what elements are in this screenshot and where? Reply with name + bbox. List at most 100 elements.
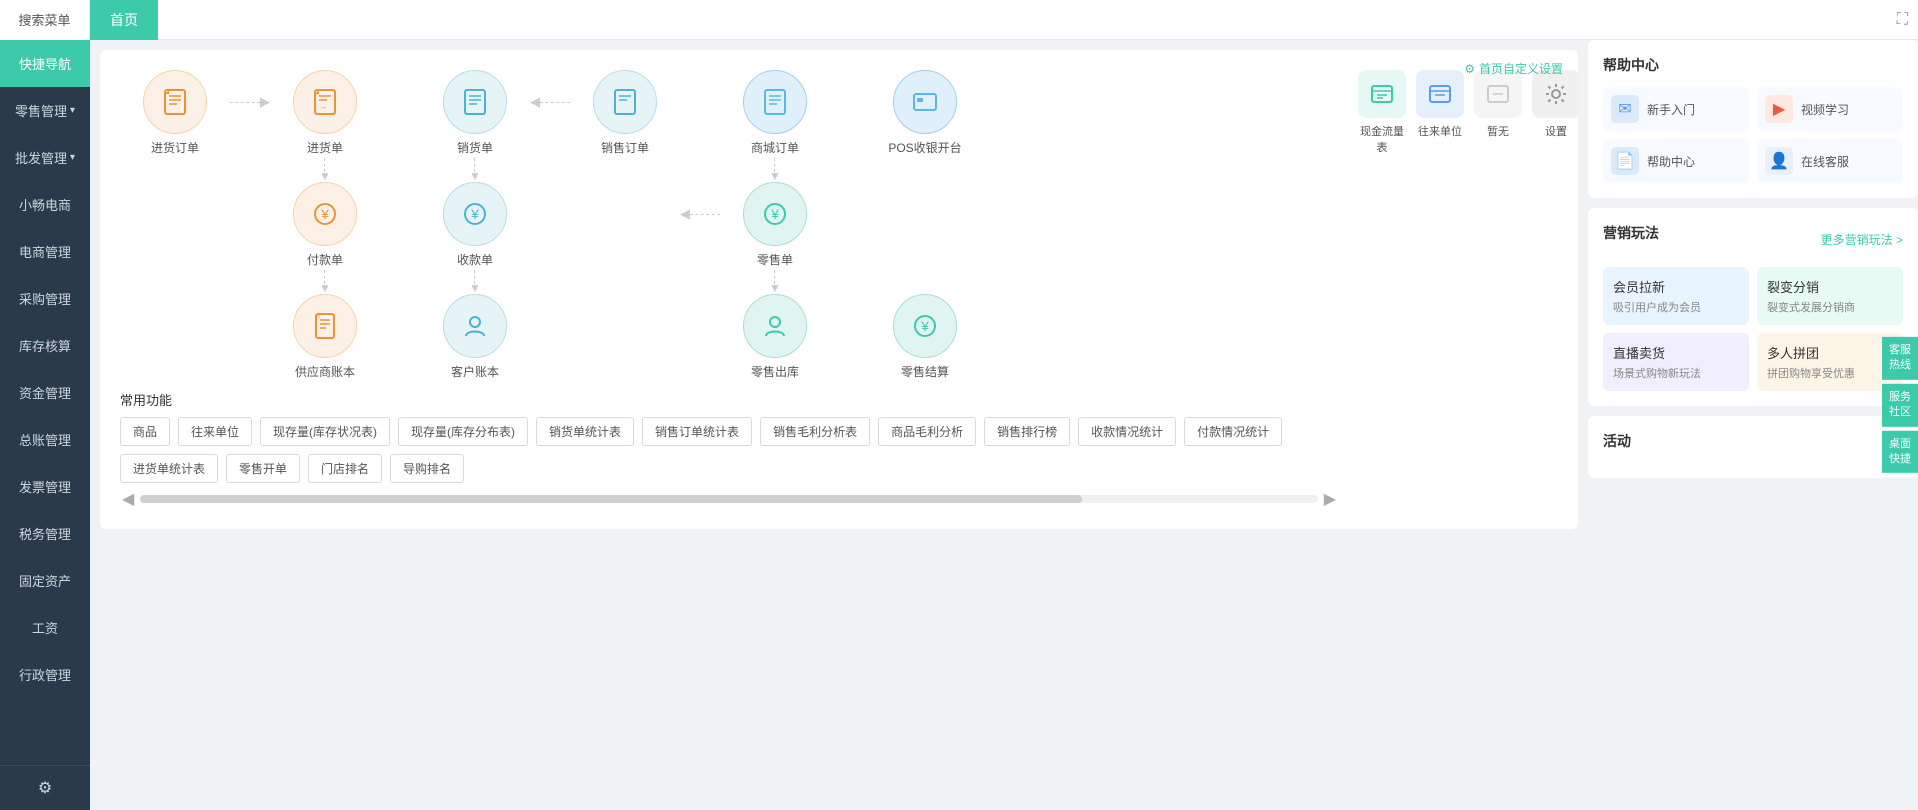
node-purchase-bill[interactable]: → 进货单 — [270, 70, 380, 156]
contacts-icon-box — [1416, 70, 1464, 118]
sidebar-item-finance[interactable]: 资金管理 — [0, 369, 90, 416]
help-item-helpcenter[interactable]: 📄 帮助中心 — [1603, 139, 1749, 183]
sidebar-item-retail[interactable]: 零售管理 ▾ — [0, 87, 90, 134]
node-receipt[interactable]: ¥ 收款单 — [420, 182, 530, 268]
func-btn-sales-profit[interactable]: 销售毛利分析表 — [760, 417, 870, 446]
sidebar-item-ledger[interactable]: 总账管理 — [0, 416, 90, 463]
v-arrow-purchase: ▼ — [270, 158, 380, 182]
more-marketing-link[interactable]: 更多营销玩法 > — [1821, 231, 1903, 248]
sidebar-inventory-label: 库存核算 — [19, 336, 71, 355]
none-label: 暂无 — [1487, 123, 1509, 139]
vert-arrows-row2: ▼ ▼ — [120, 270, 1338, 294]
node-retail-settlement[interactable]: ¥ 零售结算 — [870, 294, 980, 380]
fullscreen-btn[interactable]: ⛶ — [1897, 11, 1908, 29]
help-item-support[interactable]: 👤 在线客服 — [1757, 139, 1903, 183]
node-retail-bill[interactable]: ¥ 零售单 — [720, 182, 830, 268]
search-menu-btn[interactable]: 搜索菜单 — [0, 0, 90, 40]
func-btn-goods[interactable]: 商品 — [120, 417, 170, 446]
func-btn-sales-rank[interactable]: 销售排行榜 — [984, 417, 1070, 446]
sidebar-item-wholesale[interactable]: 批发管理 ▾ — [0, 134, 90, 181]
func-btn-purchase-stat[interactable]: 进货单统计表 — [120, 454, 218, 483]
member-desc: 吸引用户成为会员 — [1613, 299, 1739, 315]
arrow-1-2: ▶ — [230, 102, 270, 125]
float-btn-community[interactable]: 服务 社区 — [1882, 384, 1918, 427]
sidebar-item-inventory[interactable]: 库存核算 — [0, 322, 90, 369]
circle-purchase-bill: → — [293, 70, 357, 134]
quick-icon-cashflow[interactable]: 现金流量表 — [1358, 70, 1406, 155]
func-btn-sales-order-stat[interactable]: 销售订单统计表 — [642, 417, 752, 446]
label-sales-bill: 销货单 — [457, 139, 493, 156]
sidebar-item-admin[interactable]: 行政管理 — [0, 651, 90, 698]
sidebar-settings-btn[interactable]: ⚙ — [0, 765, 90, 810]
func-btn-contacts[interactable]: 往来单位 — [178, 417, 252, 446]
quick-nav-panel: ⚙ 首页自定义设置 — [100, 50, 1578, 529]
func-btn-inventory-status[interactable]: 现存量(库存状况表) — [260, 417, 390, 446]
sidebar-item-invoice[interactable]: 发票管理 — [0, 463, 90, 510]
scroll-right-btn[interactable]: ▶ — [1322, 489, 1338, 509]
member-title: 会员拉新 — [1613, 277, 1739, 296]
flow-row-3: 供应商账本 客户账本 — [120, 294, 1338, 380]
func-btn-guide-rank[interactable]: 导购排名 — [390, 454, 464, 483]
scroll-left-btn[interactable]: ◀ — [120, 489, 136, 509]
sidebar-item-purchase[interactable]: 采购管理 — [0, 275, 90, 322]
node-retail-outbound[interactable]: 零售出库 — [720, 294, 830, 380]
func-btn-inventory-dist[interactable]: 现存量(库存分布表) — [398, 417, 528, 446]
sidebar-admin-label: 行政管理 — [19, 665, 71, 684]
label-retail-bill: 零售单 — [757, 251, 793, 268]
float-btn-desktop[interactable]: 桌面 快捷 — [1882, 430, 1918, 473]
home-customize-btn[interactable]: ⚙ 首页自定义设置 — [1464, 60, 1563, 77]
marketing-item-fission[interactable]: 裂变分销 裂变式发展分销商 — [1757, 267, 1903, 325]
func-btn-store-rank[interactable]: 门店排名 — [308, 454, 382, 483]
cashflow-icon-box — [1358, 70, 1406, 118]
beginner-icon: ✉ — [1611, 95, 1639, 123]
settings-icon-box — [1532, 70, 1578, 118]
func-btn-sales-stat[interactable]: 销货单统计表 — [536, 417, 634, 446]
sidebar-item-assets[interactable]: 固定资产 — [0, 557, 90, 604]
label-sales-order: 销售订单 — [601, 139, 649, 156]
label-pos: POS收银开台 — [888, 139, 961, 156]
help-item-beginner[interactable]: ✉ 新手入门 — [1603, 87, 1749, 131]
func-btn-receipt-stat[interactable]: 收款情况统计 — [1078, 417, 1176, 446]
func-buttons: 商品 往来单位 现存量(库存状况表) 现存量(库存分布表) 销货单统计表 销售订… — [120, 417, 1338, 483]
func-btn-goods-profit[interactable]: 商品毛利分析 — [878, 417, 976, 446]
sidebar-item-quicknav[interactable]: 快捷导航 — [0, 40, 90, 87]
sidebar-item-tax[interactable]: 税务管理 — [0, 510, 90, 557]
node-payment[interactable]: ¥ 付款单 — [270, 182, 380, 268]
help-center-title: 帮助中心 — [1603, 55, 1903, 75]
svg-text:¥: ¥ — [770, 206, 779, 222]
node-purchase-order[interactable]: 进货订单 — [120, 70, 230, 156]
quick-icon-contacts[interactable]: 往来单位 — [1416, 70, 1464, 155]
scroll-track[interactable] — [140, 495, 1317, 503]
quick-icon-none[interactable]: 暂无 — [1474, 70, 1522, 155]
float-btn-service[interactable]: 客服 热线 — [1882, 337, 1918, 380]
sidebar-item-ecom[interactable]: 电商管理 — [0, 228, 90, 275]
marketing-grid: 会员拉新 吸引用户成为会员 裂变分销 裂变式发展分销商 直播卖货 场景式购物新玩… — [1603, 267, 1903, 391]
circle-pos — [893, 70, 957, 134]
tab-home[interactable]: 首页 — [90, 0, 158, 40]
quick-icon-settings[interactable]: 设置 — [1532, 70, 1578, 155]
sidebar-ecom-label: 电商管理 — [19, 242, 71, 261]
func-btn-retail-order[interactable]: 零售开单 — [226, 454, 300, 483]
svg-text:→: → — [319, 101, 328, 111]
sidebar-item-salary[interactable]: 工资 — [0, 604, 90, 651]
sidebar-assets-label: 固定资产 — [19, 571, 71, 590]
marketing-item-live[interactable]: 直播卖货 场景式购物新玩法 — [1603, 333, 1749, 391]
circle-retail-bill: ¥ — [743, 182, 807, 246]
marketing-panel: 营销玩法 更多营销玩法 > 会员拉新 吸引用户成为会员 裂变分销 裂变式发展分销… — [1588, 208, 1918, 406]
node-supplier-account[interactable]: 供应商账本 — [270, 294, 380, 380]
chevron-down-icon: ▾ — [70, 105, 75, 116]
func-btn-payment-stat[interactable]: 付款情况统计 — [1184, 417, 1282, 446]
node-pos[interactable]: POS收银开台 — [870, 70, 980, 156]
circle-mall-order — [743, 70, 807, 134]
activity-panel: 活动 — [1588, 416, 1918, 478]
sidebar-purchase-label: 采购管理 — [19, 289, 71, 308]
marketing-item-member[interactable]: 会员拉新 吸引用户成为会员 — [1603, 267, 1749, 325]
top-bar: 搜索菜单 首页 ⛶ — [0, 0, 1918, 40]
node-customer-account[interactable]: 客户账本 — [420, 294, 530, 380]
node-sales-order[interactable]: 销售订单 — [570, 70, 680, 156]
node-mall-order[interactable]: 商城订单 — [720, 70, 830, 156]
sidebar-item-ecom-small[interactable]: 小畅电商 — [0, 181, 90, 228]
node-sales-bill[interactable]: 销货单 — [420, 70, 530, 156]
circle-sales-order — [593, 70, 657, 134]
help-item-video[interactable]: ▶ 视频学习 — [1757, 87, 1903, 131]
